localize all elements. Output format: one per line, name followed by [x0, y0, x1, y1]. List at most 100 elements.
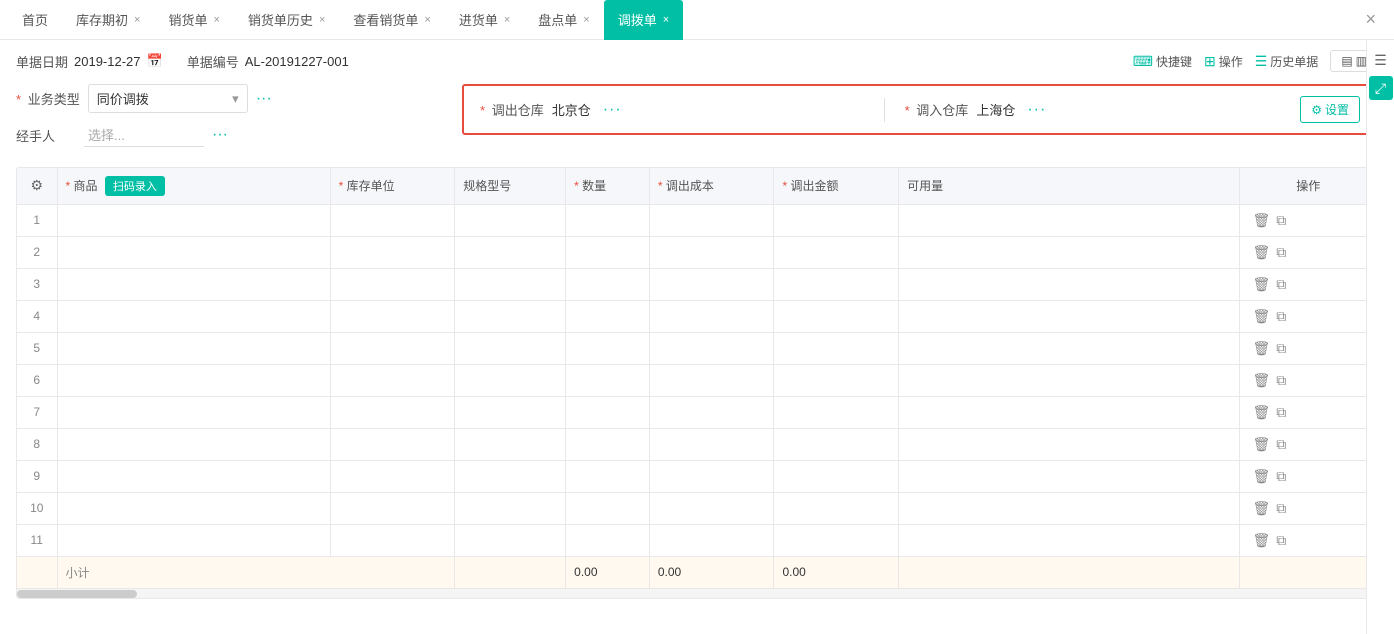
shortcuts-action[interactable]: ⌨ 快捷键: [1133, 53, 1192, 70]
biz-type-more[interactable]: ···: [256, 90, 272, 108]
in-warehouse-more[interactable]: ···: [1027, 101, 1046, 119]
tab-sales-history-close[interactable]: ×: [319, 14, 325, 26]
header-actions: ⌨ 快捷键 ⊞ 操作 ☰ 历史单据 ▤ ▥: [1133, 50, 1378, 72]
sidebar-expand-icon[interactable]: ⤢: [1369, 76, 1393, 100]
tab-sales-history[interactable]: 销货单历史 ×: [234, 0, 339, 40]
in-wh-required-star: *: [905, 103, 910, 118]
out-warehouse-value: 北京仓: [552, 100, 591, 119]
copy-icon[interactable]: ⧉: [1276, 532, 1286, 549]
subtotal-amount: 0.00: [782, 565, 805, 579]
in-warehouse-value: 上海仓: [976, 100, 1015, 119]
warehouse-settings-button[interactable]: ⚙ 设置: [1300, 96, 1360, 123]
operations-icon: ⊞: [1204, 53, 1216, 70]
tab-transfer-label: 调拨单: [618, 10, 657, 29]
shortcuts-icon: ⌨: [1133, 53, 1153, 70]
copy-icon[interactable]: ⧉: [1276, 436, 1286, 453]
delete-icon[interactable]: 🗑: [1252, 372, 1270, 389]
table-header-row: ⚙ * 商品 扫码录入 * 库存单位 规格型号 *: [17, 168, 1377, 204]
col-quantity: * 数量: [566, 168, 650, 204]
doc-num-label: 单据编号: [187, 52, 239, 71]
tab-sales-order-close[interactable]: ×: [213, 14, 219, 26]
table-row: 7 🗑⧉: [17, 396, 1377, 428]
calendar-icon[interactable]: 📅: [147, 53, 163, 69]
tab-view-sales[interactable]: 查看销货单 ×: [339, 0, 444, 40]
tab-stock-init[interactable]: 库存期初 ×: [62, 0, 154, 40]
col-gear[interactable]: ⚙: [17, 168, 57, 204]
shortcuts-label: 快捷键: [1156, 53, 1192, 70]
tab-view-sales-close[interactable]: ×: [424, 14, 430, 26]
tab-purchase-close[interactable]: ×: [504, 14, 510, 26]
operations-action[interactable]: ⊞ 操作: [1204, 53, 1243, 70]
copy-icon[interactable]: ⧉: [1276, 404, 1286, 421]
window-close-button[interactable]: ×: [1355, 9, 1386, 30]
tab-purchase[interactable]: 进货单 ×: [445, 0, 524, 40]
copy-icon[interactable]: ⧉: [1276, 340, 1286, 357]
out-warehouse-item: * 调出仓库 北京仓 ···: [480, 100, 864, 119]
handler-select[interactable]: 选择...: [84, 123, 204, 147]
tab-transfer-close[interactable]: ×: [663, 14, 669, 26]
biz-type-select[interactable]: 同价调拨 ▾: [88, 84, 248, 113]
tab-inventory[interactable]: 盘点单 ×: [524, 0, 603, 40]
col-spec: 规格型号: [455, 168, 566, 204]
out-warehouse-more[interactable]: ···: [603, 101, 622, 119]
doc-date-label: 单据日期: [16, 52, 68, 71]
delete-icon[interactable]: 🗑: [1252, 212, 1270, 229]
warehouse-section: * 调出仓库 北京仓 ··· * 调入仓库 上海仓 ···: [462, 84, 1378, 135]
handler-more[interactable]: ···: [212, 126, 228, 144]
tab-stock-init-label: 库存期初: [76, 10, 128, 29]
subtotal-quantity: 0.00: [574, 565, 597, 579]
tab-sales-order[interactable]: 销货单 ×: [154, 0, 233, 40]
doc-num-value: AL-20191227-001: [245, 54, 349, 69]
delete-icon[interactable]: 🗑: [1252, 500, 1270, 517]
column-settings-icon[interactable]: ⚙: [30, 177, 43, 193]
copy-icon[interactable]: ⧉: [1276, 212, 1286, 229]
data-table: ⚙ * 商品 扫码录入 * 库存单位 规格型号 *: [17, 168, 1377, 588]
in-warehouse-label: * 调入仓库: [905, 100, 969, 119]
delete-icon[interactable]: 🗑: [1252, 468, 1270, 485]
table-row: 5 🗑⧉: [17, 332, 1377, 364]
copy-icon[interactable]: ⧉: [1276, 244, 1286, 261]
wh-divider: [884, 98, 885, 122]
hscroll-thumb[interactable]: [17, 590, 137, 598]
tab-inventory-label: 盘点单: [538, 10, 577, 29]
tab-transfer[interactable]: 调拨单 ×: [604, 0, 683, 40]
copy-icon[interactable]: ⧉: [1276, 308, 1286, 325]
col-cost: * 调出成本: [649, 168, 774, 204]
data-table-container: ⚙ * 商品 扫码录入 * 库存单位 规格型号 *: [16, 167, 1378, 599]
copy-icon[interactable]: ⧉: [1276, 500, 1286, 517]
copy-icon[interactable]: ⧉: [1276, 468, 1286, 485]
main-wrapper: 单据日期 2019-12-27 📅 单据编号 AL-20191227-001 ⌨…: [0, 40, 1394, 634]
form-section: * 业务类型 同价调拨 ▾ ··· 经手人 选择...: [16, 84, 1378, 157]
delete-icon[interactable]: 🗑: [1252, 308, 1270, 325]
handler-field: 经手人 选择... ···: [16, 123, 446, 147]
delete-icon[interactable]: 🗑: [1252, 244, 1270, 261]
delete-icon[interactable]: 🗑: [1252, 340, 1270, 357]
delete-icon[interactable]: 🗑: [1252, 436, 1270, 453]
tab-view-sales-label: 查看销货单: [353, 10, 418, 29]
table-row: 3 🗑⧉: [17, 268, 1377, 300]
delete-icon[interactable]: 🗑: [1252, 532, 1270, 549]
copy-icon[interactable]: ⧉: [1276, 276, 1286, 293]
table-row: 8 🗑⧉: [17, 428, 1377, 460]
delete-icon[interactable]: 🗑: [1252, 276, 1270, 293]
subtotal-label: 小计: [66, 566, 90, 580]
history-action[interactable]: ☰ 历史单据: [1255, 53, 1319, 70]
delete-icon[interactable]: 🗑: [1252, 404, 1270, 421]
table-row-last: 11 🗑⧉: [17, 524, 1377, 556]
out-wh-required-star: *: [480, 103, 485, 118]
settings-label: 设置: [1325, 101, 1349, 118]
tab-inventory-close[interactable]: ×: [583, 14, 589, 26]
scan-button[interactable]: 扫码录入: [105, 176, 165, 196]
tab-stock-init-close[interactable]: ×: [134, 14, 140, 26]
tab-home[interactable]: 首页: [8, 0, 62, 40]
doc-date-field: 单据日期 2019-12-27 📅: [16, 52, 163, 71]
horizontal-scrollbar[interactable]: [17, 588, 1377, 598]
sidebar-list-icon[interactable]: ☰: [1369, 48, 1393, 72]
tab-home-label: 首页: [22, 10, 48, 29]
col-product: * 商品 扫码录入: [57, 168, 330, 204]
table-row: 10 🗑⧉: [17, 492, 1377, 524]
tab-bar: 首页 库存期初 × 销货单 × 销货单历史 × 查看销货单 × 进货单 × 盘点…: [0, 0, 1394, 40]
biz-type-required-star: *: [16, 92, 21, 107]
table-row: 9 🗑⧉: [17, 460, 1377, 492]
copy-icon[interactable]: ⧉: [1276, 372, 1286, 389]
